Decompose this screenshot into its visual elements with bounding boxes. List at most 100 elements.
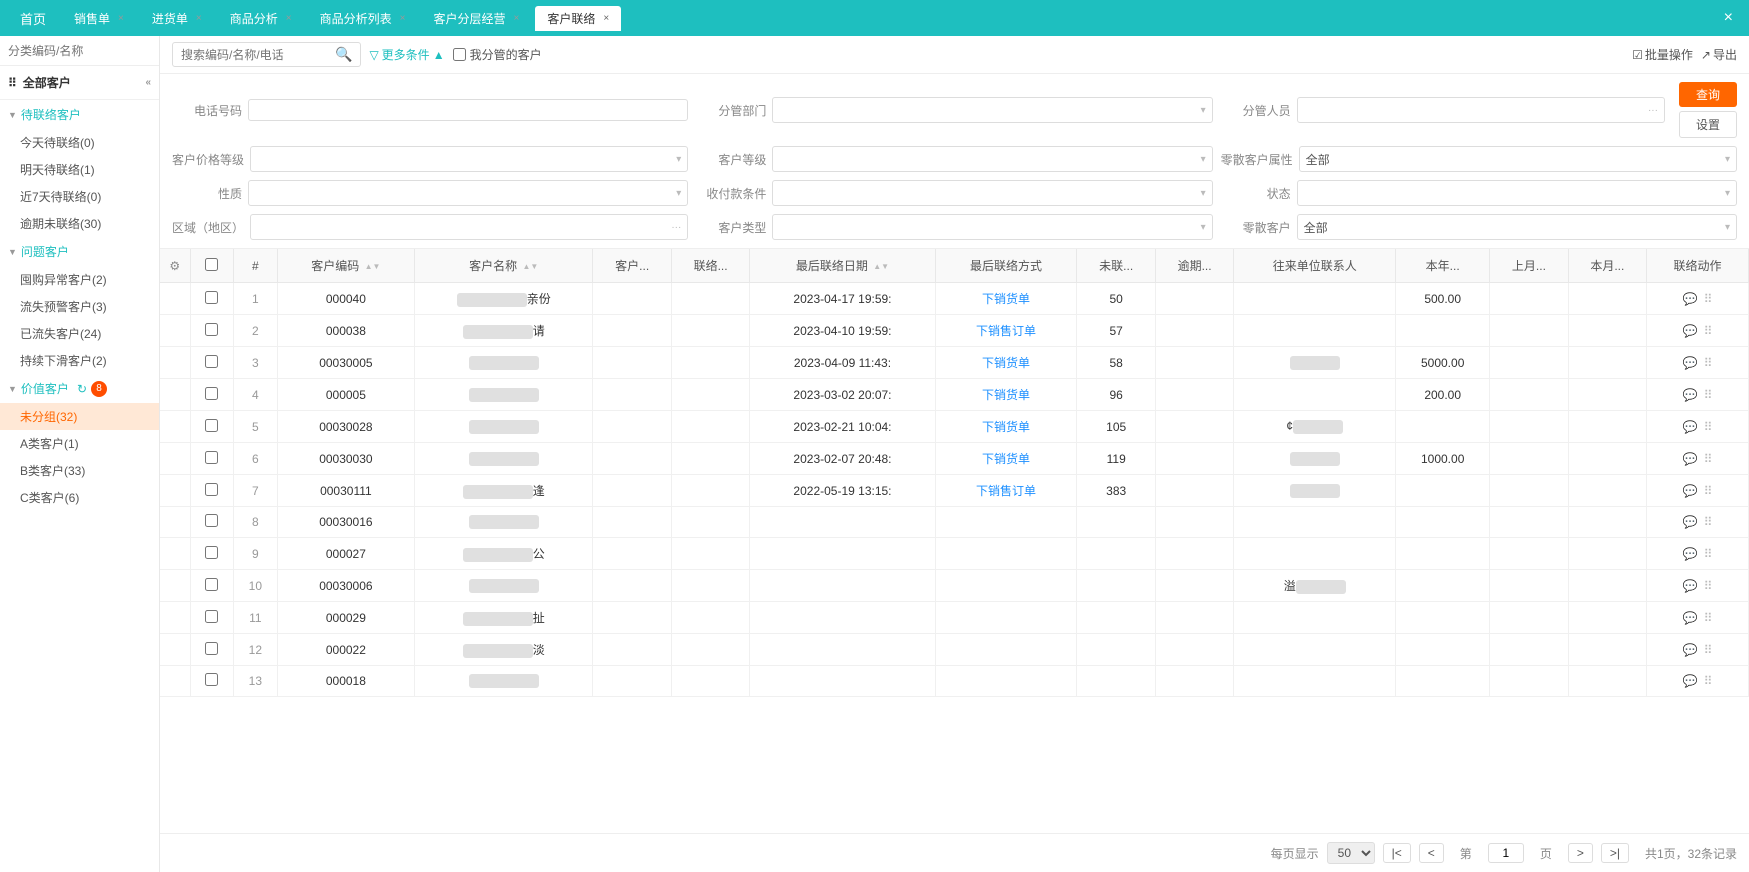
- sidebar-item-ungrouped[interactable]: 未分组(32): [0, 403, 159, 430]
- method-link[interactable]: 下销售订单: [976, 324, 1036, 338]
- th-type[interactable]: 客户...: [593, 249, 671, 283]
- export-btn[interactable]: ↗ 导出: [1701, 46, 1737, 63]
- sidebar-item-churned[interactable]: 已流失客户(24): [0, 320, 159, 347]
- sidebar-group-value[interactable]: ▼ 价值客户 ↻ 8: [0, 374, 159, 403]
- grid-action-icon[interactable]: ⠿: [1704, 420, 1713, 434]
- nav-tab-purchase[interactable]: 进货单 ×: [140, 6, 214, 31]
- page-next-btn[interactable]: >: [1568, 843, 1593, 863]
- query-button[interactable]: 查询: [1679, 82, 1737, 107]
- close-customer-contact-tab[interactable]: ×: [603, 13, 609, 24]
- sidebar-item-today[interactable]: 今天待联络(0): [0, 129, 159, 156]
- close-sales-tab[interactable]: ×: [118, 13, 124, 24]
- page-prev-btn[interactable]: <: [1419, 843, 1444, 863]
- grid-action-icon[interactable]: ⠿: [1704, 292, 1713, 306]
- sidebar-item-class-b[interactable]: B类客户(33): [0, 457, 159, 484]
- sidebar-group-pending[interactable]: ▼ 待联络客户: [0, 100, 159, 129]
- td-last-method[interactable]: 下销货单: [935, 283, 1077, 315]
- grid-action-icon[interactable]: ⠿: [1704, 643, 1713, 657]
- td-last-method[interactable]: 下销货单: [935, 411, 1077, 443]
- row-checkbox[interactable]: [205, 514, 218, 527]
- grid-action-icon[interactable]: ⠿: [1704, 324, 1713, 338]
- chat-action-icon[interactable]: 💬: [1683, 388, 1698, 402]
- chat-action-icon[interactable]: 💬: [1683, 324, 1698, 338]
- sidebar-item-overdue[interactable]: 逾期未联络(30): [0, 210, 159, 237]
- th-this-year[interactable]: 本年...: [1396, 249, 1490, 283]
- my-customers-checkbox[interactable]: [453, 48, 466, 61]
- filter-search-icon[interactable]: 🔍: [335, 46, 352, 63]
- th-checkbox[interactable]: [190, 249, 233, 283]
- settings-gear-icon[interactable]: ⚙: [169, 259, 180, 273]
- nav-tab-analysis-list[interactable]: 商品分析列表 ×: [308, 6, 418, 31]
- method-link[interactable]: 下销货单: [982, 420, 1030, 434]
- td-checkbox[interactable]: [190, 443, 233, 475]
- chat-action-icon[interactable]: 💬: [1683, 292, 1698, 306]
- grid-action-icon[interactable]: ⠿: [1704, 611, 1713, 625]
- sidebar-search-input[interactable]: [8, 44, 160, 58]
- th-no-contact[interactable]: 未联...: [1077, 249, 1155, 283]
- sidebar-all-customers[interactable]: ⠿ 全部客户 «: [0, 66, 159, 100]
- sidebar-item-churn-warning[interactable]: 流失预警客户(3): [0, 293, 159, 320]
- grid-action-icon[interactable]: ⠿: [1704, 356, 1713, 370]
- th-last-date[interactable]: 最后联络日期 ▲▼: [750, 249, 935, 283]
- nature-select[interactable]: ▾: [248, 180, 688, 206]
- sidebar-item-declining[interactable]: 持续下滑客户(2): [0, 347, 159, 374]
- chat-action-icon[interactable]: 💬: [1683, 356, 1698, 370]
- row-checkbox[interactable]: [205, 546, 218, 559]
- td-last-method[interactable]: 下销售订单: [935, 315, 1077, 347]
- row-checkbox[interactable]: [205, 642, 218, 655]
- status-select[interactable]: ▾: [1297, 180, 1737, 206]
- refresh-value-icon[interactable]: ↻: [77, 382, 87, 396]
- chat-action-icon[interactable]: 💬: [1683, 643, 1698, 657]
- nav-tab-sales[interactable]: 销售单 ×: [62, 6, 136, 31]
- td-checkbox[interactable]: [190, 538, 233, 570]
- sidebar-item-abnormal[interactable]: 囤购异常客户(2): [0, 266, 159, 293]
- filter-more-btn[interactable]: ▽ 更多条件 ▲: [369, 46, 444, 63]
- row-checkbox[interactable]: [205, 578, 218, 591]
- method-link[interactable]: 下销货单: [982, 452, 1030, 466]
- method-link[interactable]: 下销货单: [982, 388, 1030, 402]
- manager-select[interactable]: ···: [1297, 97, 1665, 123]
- td-last-method[interactable]: 下销货单: [935, 347, 1077, 379]
- customer-type-select[interactable]: ▾: [772, 214, 1212, 240]
- customer-level-select[interactable]: ▾: [772, 146, 1212, 172]
- close-customer-mgmt-tab[interactable]: ×: [513, 13, 519, 24]
- td-last-method[interactable]: 下销货单: [935, 379, 1077, 411]
- page-number-input[interactable]: [1488, 843, 1524, 863]
- th-unit-contact[interactable]: 往来单位联系人: [1234, 249, 1396, 283]
- reset-button[interactable]: 设置: [1679, 111, 1737, 138]
- grid-action-icon[interactable]: ⠿: [1704, 547, 1713, 561]
- row-checkbox[interactable]: [205, 323, 218, 336]
- td-checkbox[interactable]: [190, 475, 233, 507]
- close-analysis-list-tab[interactable]: ×: [400, 13, 406, 24]
- td-checkbox[interactable]: [190, 315, 233, 347]
- method-link[interactable]: 下销售订单: [976, 484, 1036, 498]
- phone-input[interactable]: [248, 99, 688, 121]
- page-first-btn[interactable]: |<: [1383, 843, 1411, 863]
- select-all-checkbox[interactable]: [205, 258, 218, 271]
- th-overdue[interactable]: 逾期...: [1155, 249, 1233, 283]
- grid-action-icon[interactable]: ⠿: [1704, 579, 1713, 593]
- row-checkbox[interactable]: [205, 451, 218, 464]
- close-purchase-tab[interactable]: ×: [196, 13, 202, 24]
- sidebar-item-class-a[interactable]: A类客户(1): [0, 430, 159, 457]
- price-level-select[interactable]: ▾: [250, 146, 688, 172]
- grid-action-icon[interactable]: ⠿: [1704, 674, 1713, 688]
- nav-home[interactable]: 首页: [8, 5, 58, 32]
- grid-action-icon[interactable]: ⠿: [1704, 452, 1713, 466]
- td-checkbox[interactable]: [190, 602, 233, 634]
- row-checkbox[interactable]: [205, 387, 218, 400]
- payment-select[interactable]: ▾: [772, 180, 1212, 206]
- zero-customer-select[interactable]: 全部 ▾: [1297, 214, 1737, 240]
- th-code[interactable]: 客户编码 ▲▼: [277, 249, 414, 283]
- td-checkbox[interactable]: [190, 666, 233, 697]
- chat-action-icon[interactable]: 💬: [1683, 515, 1698, 529]
- chat-action-icon[interactable]: 💬: [1683, 484, 1698, 498]
- method-link[interactable]: 下销货单: [982, 292, 1030, 306]
- filter-search-box[interactable]: 🔍: [172, 42, 361, 67]
- nav-tab-analysis[interactable]: 商品分析 ×: [218, 6, 304, 31]
- collapse-sidebar-icon[interactable]: «: [145, 77, 151, 88]
- chat-action-icon[interactable]: 💬: [1683, 579, 1698, 593]
- page-size-select[interactable]: 50: [1327, 842, 1375, 864]
- th-settings[interactable]: ⚙: [160, 249, 190, 283]
- chat-action-icon[interactable]: 💬: [1683, 420, 1698, 434]
